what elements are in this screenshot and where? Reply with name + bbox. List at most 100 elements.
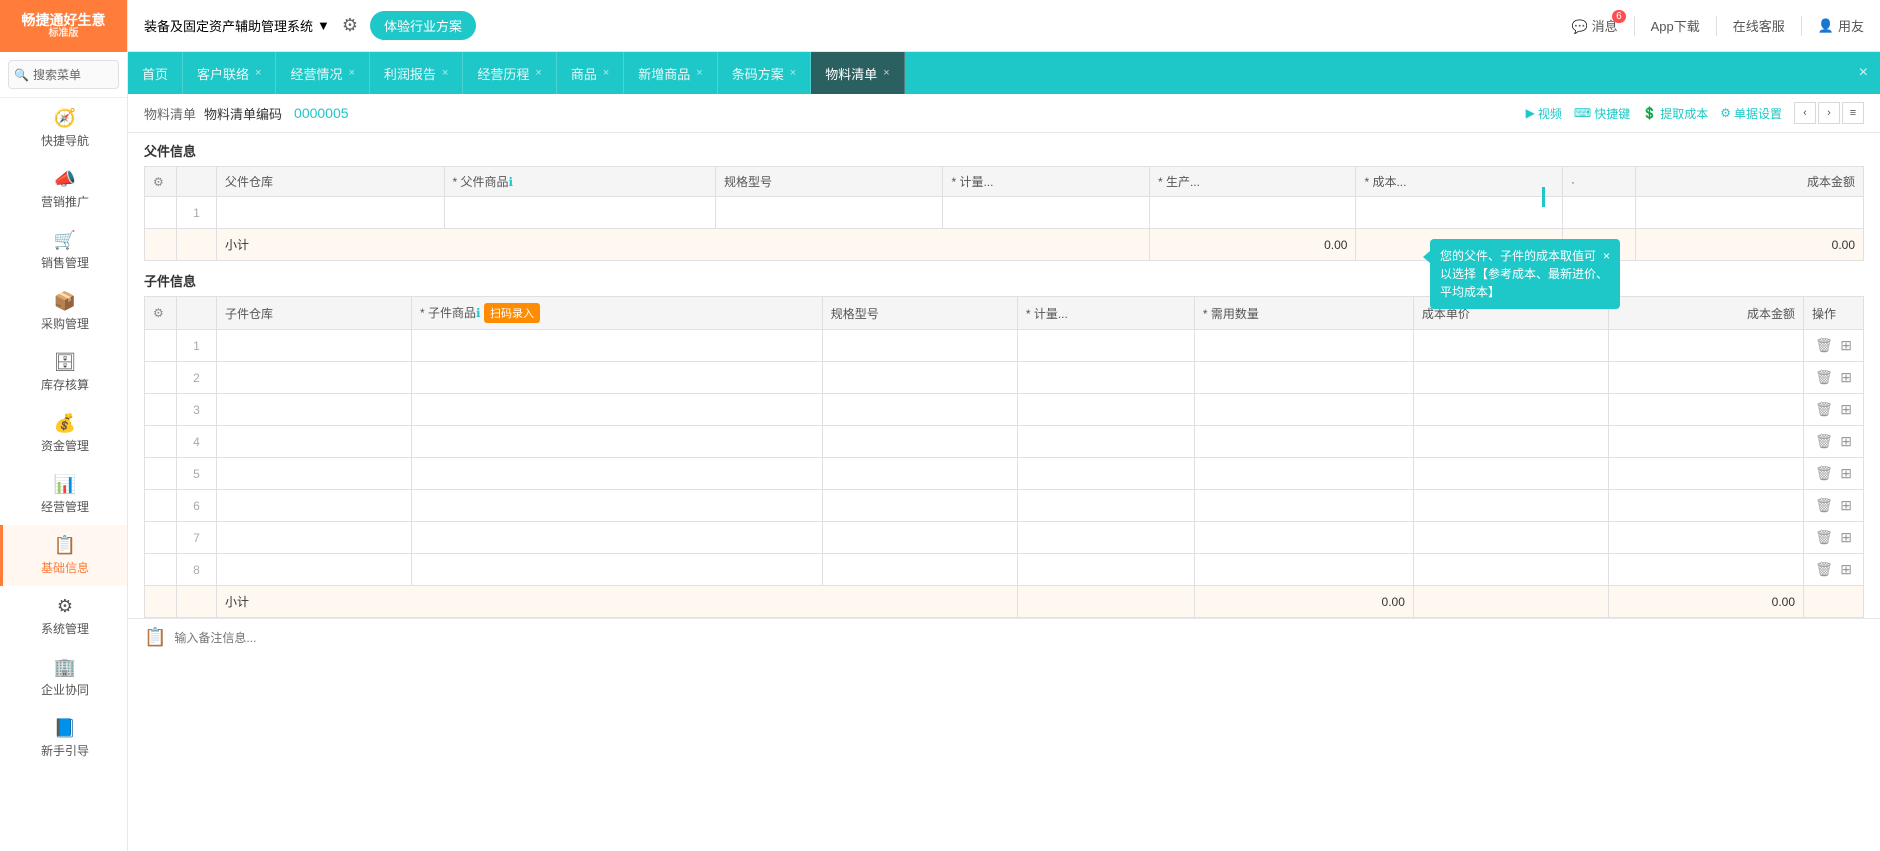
tab-customer[interactable]: 客户联络 × [183,52,276,94]
settings-icon[interactable]: ⚙ [342,15,358,36]
delete6-icon[interactable]: 🗑 [1815,497,1833,513]
child-r1-warehouse[interactable] [217,330,412,362]
child-r6-unit[interactable] [1017,490,1194,522]
remark-input[interactable] [174,631,1864,645]
tab-customer-close[interactable]: × [255,67,261,79]
child-r1-spec[interactable] [822,330,1017,362]
sidebar-item-purchase[interactable]: 📦 采购管理 [0,281,127,342]
child-r6-quantity[interactable] [1194,490,1413,522]
child-r1-product[interactable] [412,330,823,362]
child-r6-spec[interactable] [822,490,1017,522]
single-settings-action[interactable]: ⚙ 单据设置 [1720,105,1782,122]
copy6-icon[interactable]: ⊞ [1840,497,1852,513]
child-r8-warehouse[interactable] [217,554,412,586]
delete7-icon[interactable]: 🗑 [1815,529,1833,545]
child-r5-unit-cost[interactable] [1413,458,1608,490]
copy5-icon[interactable]: ⊞ [1840,465,1852,481]
tab-operation-status[interactable]: 经营情况 × [276,52,369,94]
tab-profit-report[interactable]: 利润报告 × [370,52,463,94]
child-r5-product[interactable] [412,458,823,490]
child-r7-unit-cost[interactable] [1413,522,1608,554]
search-menu-button[interactable]: 🔍 搜索菜单 [8,60,119,89]
tab-operation-history-close[interactable]: × [535,67,541,79]
child-r4-quantity[interactable] [1194,426,1413,458]
parent-row-product[interactable] [444,197,715,229]
child-th-settings[interactable]: ⚙ [145,297,177,330]
child-r1-unit-cost[interactable] [1413,330,1608,362]
nav-next-button[interactable]: › [1818,102,1840,124]
child-r3-spec[interactable] [822,394,1017,426]
child-r4-warehouse[interactable] [217,426,412,458]
view-video-action[interactable]: ▶ 视频 [1526,105,1562,122]
tab-profit-report-close[interactable]: × [442,67,448,79]
app-download-link[interactable]: App下载 [1651,16,1700,35]
child-r2-product[interactable] [412,362,823,394]
tab-barcode[interactable]: 条码方案 × [718,52,811,94]
shortcut-action[interactable]: ⌨ 快捷键 [1574,105,1630,122]
sidebar-item-operation[interactable]: 📊 经营管理 [0,464,127,525]
tab-home[interactable]: 首页 [128,52,183,94]
parent-row-production[interactable] [1149,197,1356,229]
sidebar-item-finance[interactable]: 💰 资金管理 [0,403,127,464]
child-r3-product[interactable] [412,394,823,426]
child-r2-unit-cost[interactable] [1413,362,1608,394]
child-r6-warehouse[interactable] [217,490,412,522]
copy8-icon[interactable]: ⊞ [1840,561,1852,577]
copy7-icon[interactable]: ⊞ [1840,529,1852,545]
child-r6-unit-cost[interactable] [1413,490,1608,522]
child-r2-quantity[interactable] [1194,362,1413,394]
child-r7-unit[interactable] [1017,522,1194,554]
child-r7-product[interactable] [412,522,823,554]
delete5-icon[interactable]: 🗑 [1815,465,1833,481]
get-cost-action[interactable]: 💲 提取成本 [1642,105,1708,122]
sidebar-item-quick-nav[interactable]: 🧭 快捷导航 [0,98,127,159]
copy4-icon[interactable]: ⊞ [1840,433,1852,449]
child-r4-unit[interactable] [1017,426,1194,458]
tooltip-close-button[interactable]: × [1603,247,1610,265]
sidebar-item-enterprise[interactable]: 🏢 企业协同 [0,647,127,708]
parent-row-unit[interactable] [943,197,1150,229]
child-r5-unit[interactable] [1017,458,1194,490]
child-r8-spec[interactable] [822,554,1017,586]
tab-operation-status-close[interactable]: × [348,67,354,79]
tab-bom[interactable]: 物料清单 × [811,52,904,94]
trial-button[interactable]: 体验行业方案 [370,11,476,40]
child-r2-unit[interactable] [1017,362,1194,394]
child-r3-unit[interactable] [1017,394,1194,426]
child-r8-quantity[interactable] [1194,554,1413,586]
parent-th-settings[interactable]: ⚙ [145,167,177,197]
child-r4-spec[interactable] [822,426,1017,458]
child-r3-quantity[interactable] [1194,394,1413,426]
parent-row-warehouse[interactable] [217,197,445,229]
sidebar-item-sales[interactable]: 🛒 销售管理 [0,220,127,281]
delete2-icon[interactable]: 🗑 [1815,369,1833,385]
sidebar-item-guide[interactable]: 📘 新手引导 [0,708,127,769]
parent-row-spec[interactable] [715,197,943,229]
copy2-icon[interactable]: ⊞ [1840,369,1852,385]
tab-barcode-close[interactable]: × [790,67,796,79]
tab-new-product[interactable]: 新增商品 × [624,52,717,94]
child-r2-spec[interactable] [822,362,1017,394]
tab-operation-history[interactable]: 经营历程 × [463,52,556,94]
delete8-icon[interactable]: 🗑 [1815,561,1833,577]
child-r1-quantity[interactable] [1194,330,1413,362]
system-selector[interactable]: 装备及固定资产辅助管理系统 ▼ [144,16,330,35]
child-r3-warehouse[interactable] [217,394,412,426]
child-r5-spec[interactable] [822,458,1017,490]
sidebar-item-system[interactable]: ⚙ 系统管理 [0,586,127,647]
online-service-link[interactable]: 在线客服 [1733,16,1785,35]
delete3-icon[interactable]: 🗑 [1815,401,1833,417]
tab-new-product-close[interactable]: × [696,67,702,79]
child-r4-unit-cost[interactable] [1413,426,1608,458]
nav-prev-button[interactable]: ‹ [1794,102,1816,124]
nav-list-button[interactable]: ≡ [1842,102,1864,124]
child-r7-spec[interactable] [822,522,1017,554]
sidebar-item-marketing[interactable]: 📣 营销推广 [0,159,127,220]
global-close-button[interactable]: × [1847,64,1880,82]
child-r7-warehouse[interactable] [217,522,412,554]
child-r8-unit-cost[interactable] [1413,554,1608,586]
child-r8-product[interactable] [412,554,823,586]
sidebar-item-basic-info[interactable]: 📋 基础信息 [0,525,127,586]
copy-icon[interactable]: ⊞ [1840,337,1852,353]
scan-input-button[interactable]: 扫码录入 [484,303,540,323]
